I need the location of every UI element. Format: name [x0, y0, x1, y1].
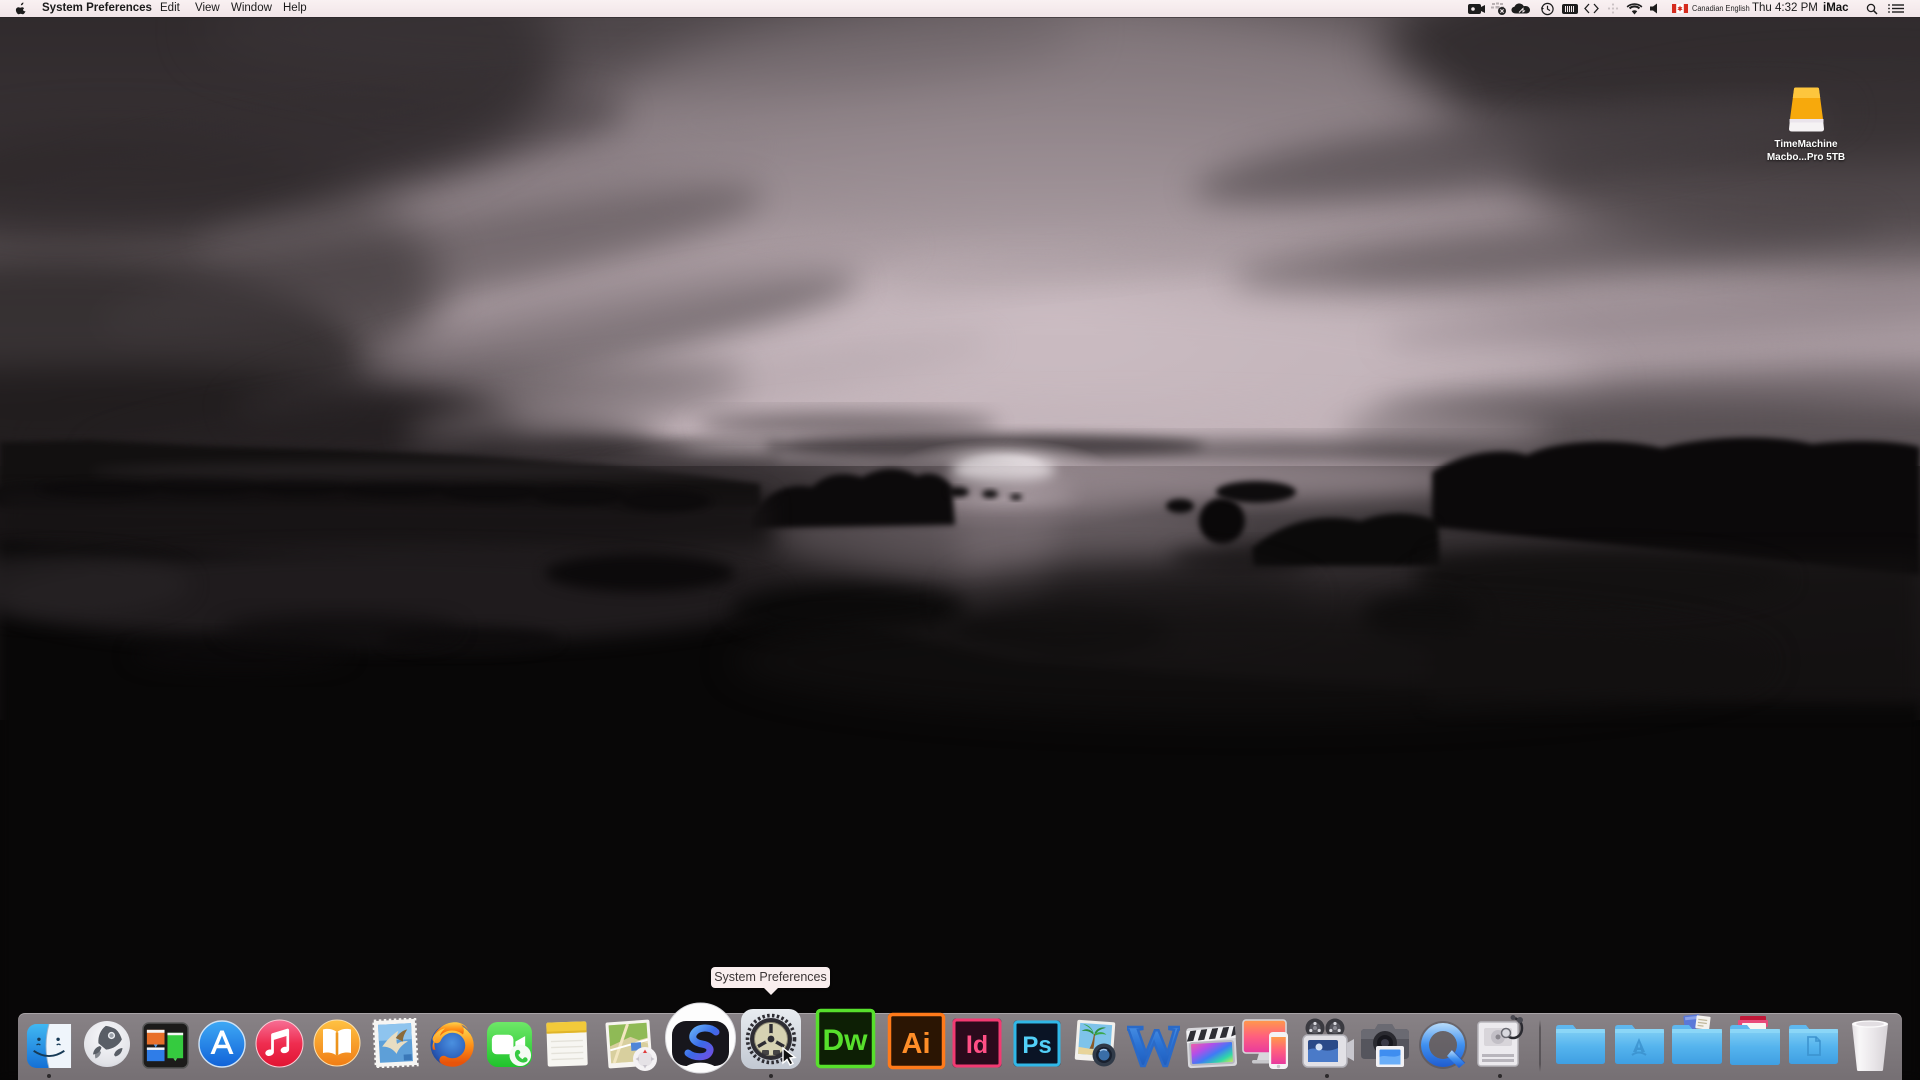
svg-text:Dw: Dw: [823, 1024, 869, 1057]
svg-text:Ps: Ps: [1022, 1032, 1051, 1059]
svg-text:Id: Id: [966, 1031, 988, 1059]
svg-text:W: W: [1127, 1019, 1180, 1069]
svg-text:Ai: Ai: [902, 1028, 931, 1060]
